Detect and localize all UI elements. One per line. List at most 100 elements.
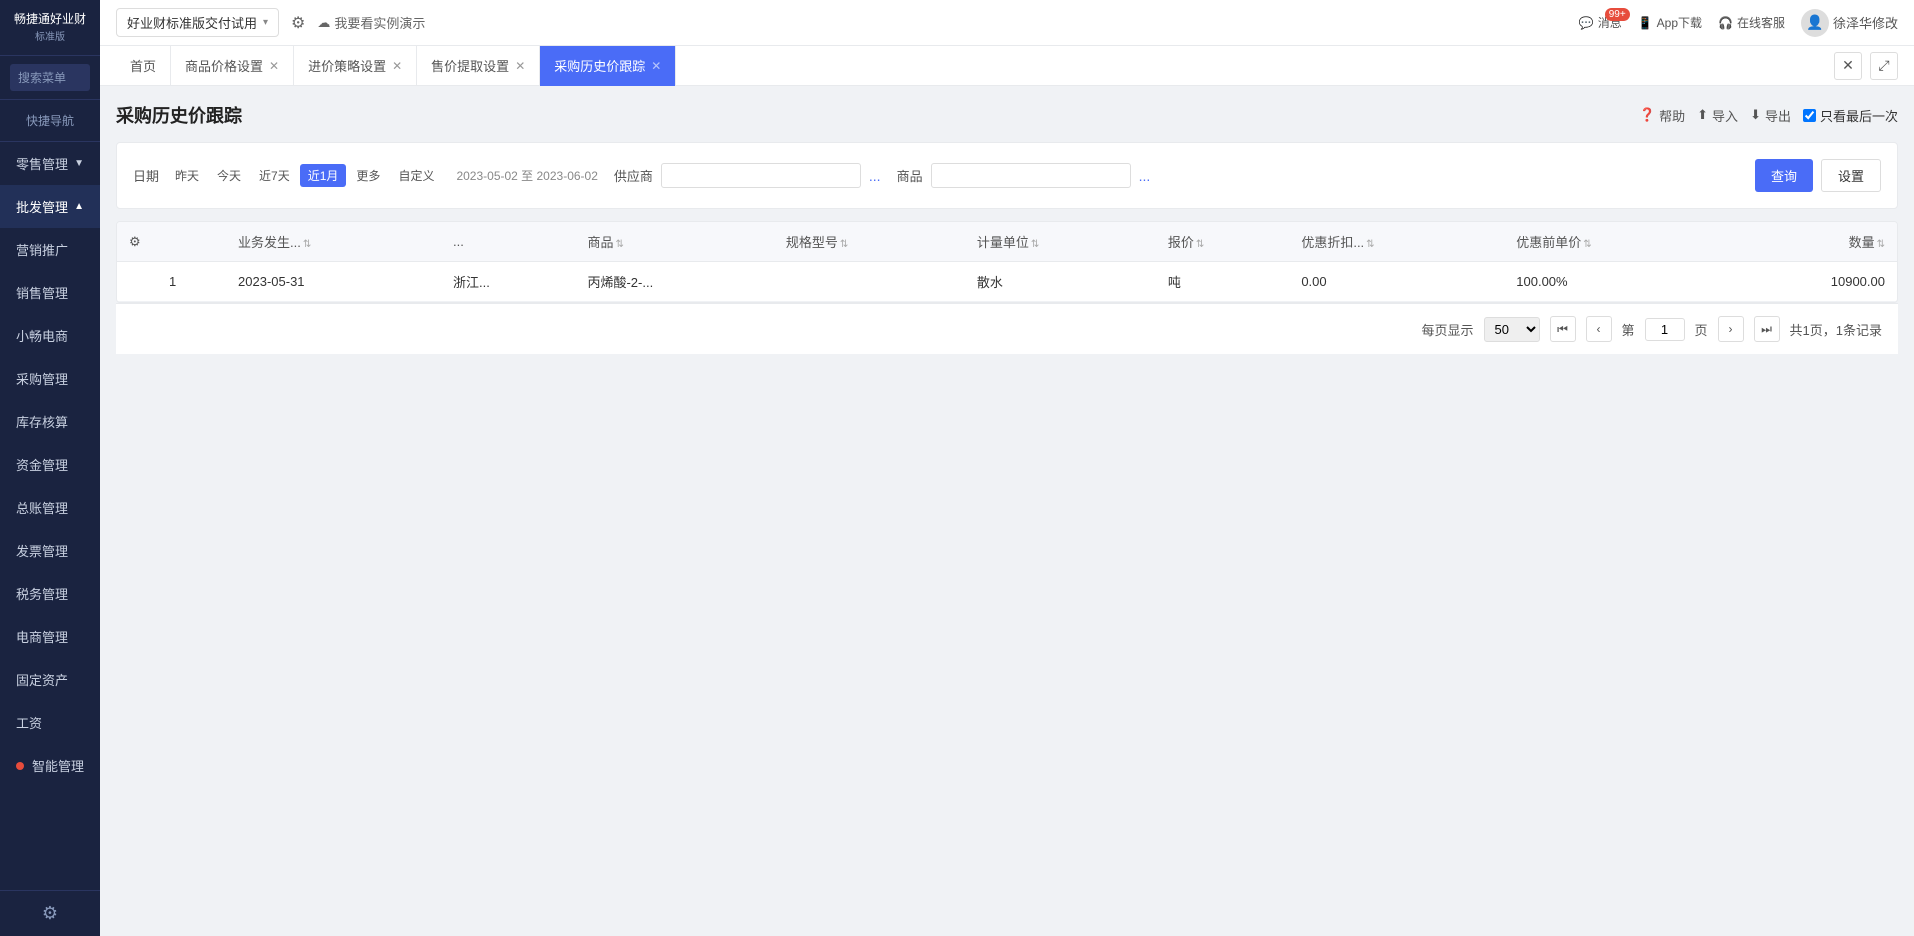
table-header-spec[interactable]: 规格型号⇅ xyxy=(774,222,965,262)
date-tab-7days[interactable]: 近7天 xyxy=(251,164,298,187)
app-download-button[interactable]: 📱 App下载 xyxy=(1638,14,1702,31)
goods-filter-group: 商品 ... xyxy=(897,163,1151,188)
prev-page-button[interactable]: ‹ xyxy=(1586,316,1612,342)
close-tab-button[interactable]: ✕ xyxy=(1834,52,1862,80)
only-last-checkbox[interactable] xyxy=(1803,109,1816,122)
sidebar-item-fixed-assets[interactable]: 固定资产 xyxy=(0,658,100,701)
maximize-tab-button[interactable]: ⤢ xyxy=(1870,52,1898,80)
topbar: 好业财标准版交付试用 ▾ ⚙ ☁ 我要看实例演示 💬 消息 99+ 📱 App下… xyxy=(100,0,1914,46)
import-button[interactable]: ⬆ 导入 xyxy=(1697,106,1738,125)
sidebar-item-marketing[interactable]: 营销推广 xyxy=(0,228,100,271)
sidebar-item-retail[interactable]: 零售管理 ▼ xyxy=(0,142,100,185)
first-page-button[interactable]: ⏮ xyxy=(1550,316,1576,342)
version-selector[interactable]: 好业财标准版交付试用 ▾ xyxy=(116,8,279,37)
sidebar-item-label: 智能管理 xyxy=(32,756,84,775)
sidebar-item-purchase[interactable]: 采购管理 xyxy=(0,357,100,400)
table-header-qty[interactable]: 数量⇅ xyxy=(1724,222,1897,262)
tab-sale-price[interactable]: 售价提取设置 ✕ xyxy=(417,46,540,86)
sidebar-item-inventory[interactable]: 库存核算 xyxy=(0,400,100,443)
user-menu[interactable]: 👤 徐泽华修改 xyxy=(1801,9,1898,37)
table-header-discount[interactable]: 优惠折扣...⇅ xyxy=(1289,222,1504,262)
tab-close-icon[interactable]: ✕ xyxy=(392,59,402,73)
supplier-filter-input[interactable] xyxy=(661,163,861,188)
sidebar-item-label: 固定资产 xyxy=(16,670,68,689)
topbar-settings-icon[interactable]: ⚙ xyxy=(291,13,305,33)
tab-goods-price[interactable]: 商品价格设置 ✕ xyxy=(171,46,294,86)
date-tab-yesterday[interactable]: 昨天 xyxy=(167,164,207,187)
tabs-controls: ✕ ⤢ xyxy=(1834,52,1898,80)
goods-more-icon[interactable]: ... xyxy=(1139,168,1151,184)
last-page-button[interactable]: ⏭ xyxy=(1754,316,1780,342)
tab-purchase-history[interactable]: 采购历史价跟踪 ✕ xyxy=(540,46,676,86)
date-tab-custom[interactable]: 自定义 xyxy=(390,164,442,187)
sidebar-item-wholesale[interactable]: 批发管理 ▲ xyxy=(0,185,100,228)
tab-label: 进价策略设置 xyxy=(308,56,386,75)
table-header-unit-price[interactable]: 优惠前单价⇅ xyxy=(1504,222,1724,262)
version-label: 好业财标准版交付试用 xyxy=(127,13,257,32)
tab-close-icon[interactable]: ✕ xyxy=(651,59,661,73)
page-title: 采购历史价跟踪 xyxy=(116,102,242,128)
goods-filter-input[interactable] xyxy=(931,163,1131,188)
page-unit: 页 xyxy=(1695,320,1708,339)
table-header-gear[interactable]: ⚙ xyxy=(117,222,157,262)
sidebar-item-finance[interactable]: 资金管理 xyxy=(0,443,100,486)
table-header-goods[interactable]: 商品⇅ xyxy=(575,222,773,262)
sidebar-item-invoice[interactable]: 发票管理 xyxy=(0,529,100,572)
page-input[interactable] xyxy=(1645,318,1685,341)
demo-link[interactable]: ☁ 我要看实例演示 xyxy=(317,13,425,32)
table-header-unit[interactable]: 计量单位⇅ xyxy=(965,222,1156,262)
settings-icon[interactable]: ⚙ xyxy=(0,903,100,924)
row-unit-price: 10900.00 xyxy=(1724,262,1897,302)
table-header-date[interactable]: 业务发生...⇅ xyxy=(226,222,441,262)
row-goods: 丙烯酸-2-... xyxy=(575,262,773,302)
sidebar-item-tax[interactable]: 税务管理 xyxy=(0,572,100,615)
next-page-button[interactable]: › xyxy=(1718,316,1744,342)
row-gear xyxy=(117,262,157,302)
sidebar-item-ecommerce-small[interactable]: 小畅电商 xyxy=(0,314,100,357)
sidebar-bottom: ⚙ xyxy=(0,890,100,936)
page-size-select[interactable]: 50 10 20 100 xyxy=(1484,317,1540,342)
message-button[interactable]: 💬 消息 99+ xyxy=(1579,14,1622,31)
date-tabs: 昨天 今天 近7天 近1月 更多 自定义 xyxy=(167,164,442,187)
sidebar-item-label: 工资 xyxy=(16,713,42,732)
help-button[interactable]: ❓ 帮助 xyxy=(1639,106,1685,125)
supplier-filter-label: 供应商 xyxy=(614,166,653,185)
sidebar-item-payroll[interactable]: 工资 xyxy=(0,701,100,744)
tab-purchase-strategy[interactable]: 进价策略设置 ✕ xyxy=(294,46,417,86)
filter-row: 日期 昨天 今天 近7天 近1月 更多 自定义 2023-05-02 至 202… xyxy=(133,159,1881,192)
chevron-up-icon: ▲ xyxy=(74,201,84,212)
online-service-button[interactable]: 🎧 在线客服 xyxy=(1718,14,1785,31)
sidebar-item-sales[interactable]: 销售管理 xyxy=(0,271,100,314)
date-tab-more[interactable]: 更多 xyxy=(348,164,388,187)
only-last-checkbox-label: 只看最后一次 xyxy=(1803,106,1898,125)
quick-nav-item[interactable]: 快捷导航 xyxy=(0,106,100,135)
row-discount: 100.00% xyxy=(1504,262,1724,302)
tab-close-icon[interactable]: ✕ xyxy=(269,59,279,73)
sidebar-item-label: 税务管理 xyxy=(16,584,68,603)
sidebar-item-label: 批发管理 xyxy=(16,197,68,216)
settings-button[interactable]: 设置 xyxy=(1821,159,1881,192)
sidebar-item-label: 资金管理 xyxy=(16,455,68,474)
content-area: 采购历史价跟踪 ❓ 帮助 ⬆ 导入 ⬇ 导出 只看最后一次 xyxy=(100,86,1914,936)
row-index: 1 xyxy=(157,262,226,302)
tab-close-icon[interactable]: ✕ xyxy=(515,59,525,73)
tab-label: 采购历史价跟踪 xyxy=(554,56,645,75)
sidebar-item-ai[interactable]: 智能管理 xyxy=(0,744,100,787)
sidebar-quick-nav: 快捷导航 xyxy=(0,100,100,142)
tab-home[interactable]: 首页 xyxy=(116,46,171,86)
topbar-actions: 💬 消息 99+ 📱 App下载 🎧 在线客服 👤 徐泽华修改 xyxy=(1579,9,1898,37)
page-label: 第 xyxy=(1622,320,1635,339)
date-tab-1month[interactable]: 近1月 xyxy=(300,164,347,187)
table-header-quote[interactable]: 报价⇅ xyxy=(1156,222,1290,262)
demo-icon: ☁ xyxy=(317,15,330,31)
export-button[interactable]: ⬇ 导出 xyxy=(1750,106,1791,125)
supplier-more-icon[interactable]: ... xyxy=(869,168,881,184)
headset-icon: 🎧 xyxy=(1718,16,1733,30)
date-tab-today[interactable]: 今天 xyxy=(209,164,249,187)
sidebar-item-ecommerce[interactable]: 电商管理 xyxy=(0,615,100,658)
table-header-more[interactable]: ... xyxy=(441,222,575,262)
sidebar-item-ledger[interactable]: 总账管理 xyxy=(0,486,100,529)
query-button[interactable]: 查询 xyxy=(1755,159,1813,192)
search-menu-button[interactable]: 搜索菜单 xyxy=(10,64,90,91)
supplier-filter-group: 供应商 ... xyxy=(614,163,881,188)
